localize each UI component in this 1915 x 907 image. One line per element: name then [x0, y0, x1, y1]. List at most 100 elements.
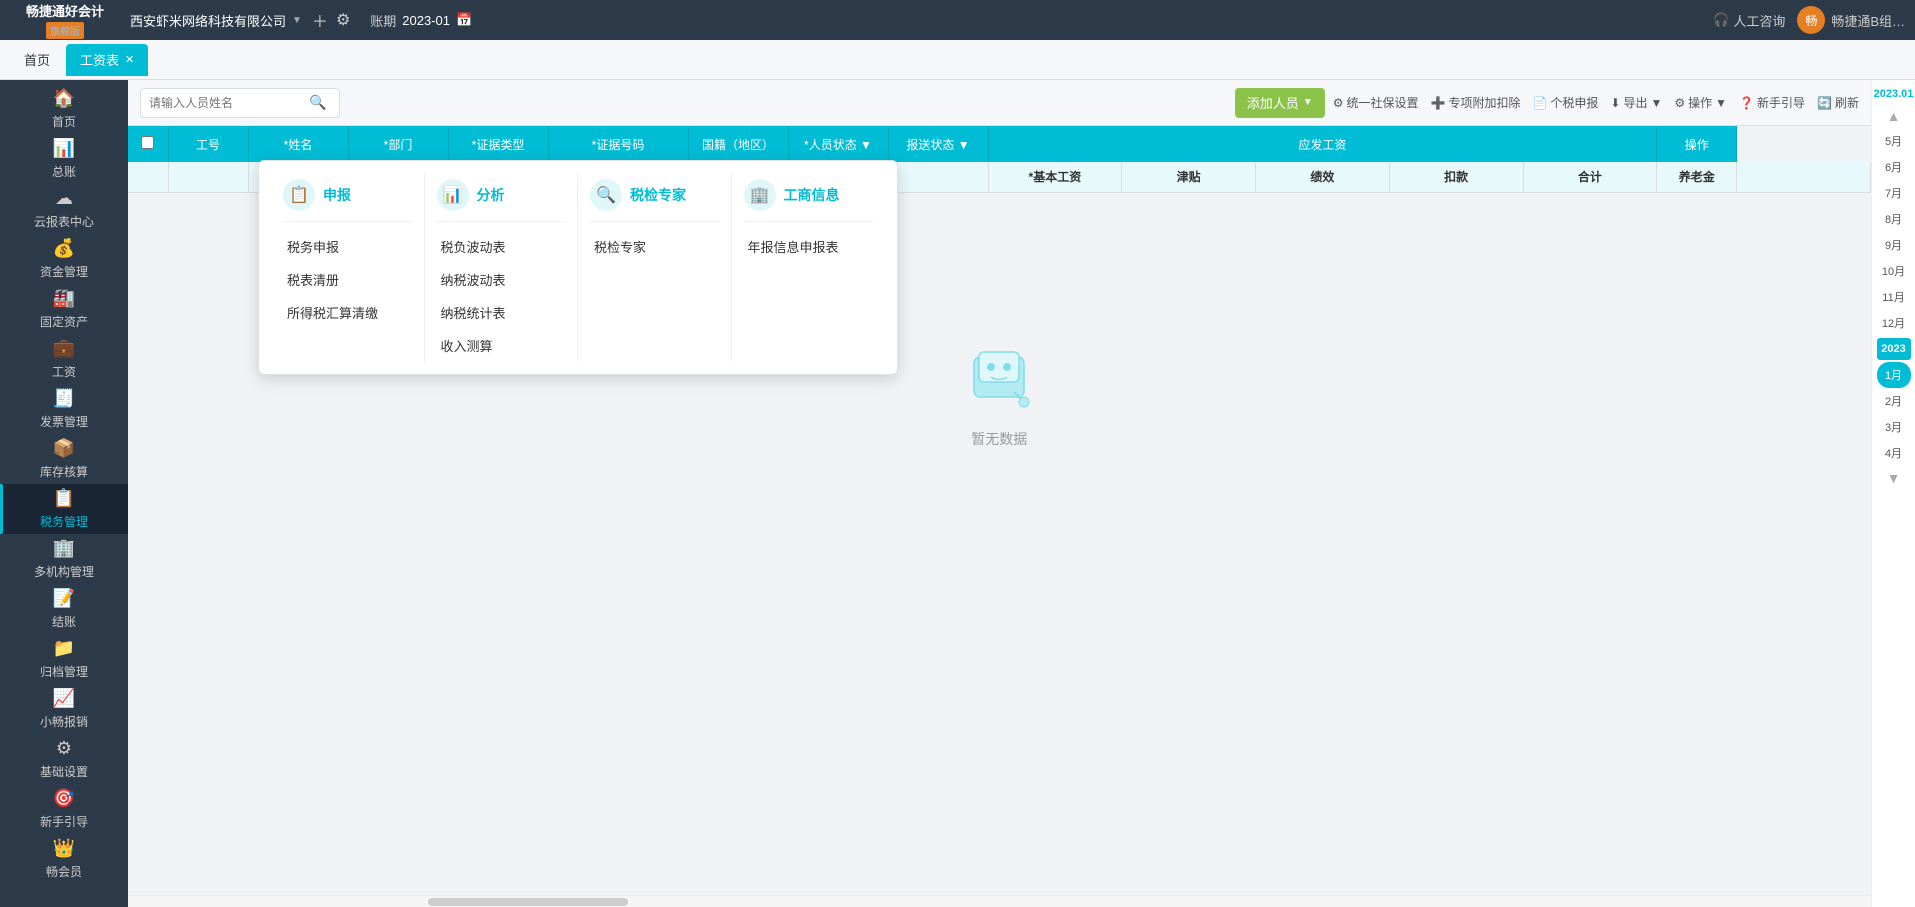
assets-icon: 🏭 — [53, 288, 75, 309]
timeline-year-2023: 2023 — [1877, 338, 1911, 360]
sidebar-item-settings[interactable]: ⚙ 基础设置 — [0, 734, 128, 784]
export-label: 导出 — [1623, 94, 1647, 111]
dropdown-section-business: 🏢 工商信息 年报信息申报表 — [732, 173, 886, 362]
service-button[interactable]: 🎧 人工咨询 — [1713, 11, 1785, 30]
search-input[interactable] — [149, 96, 309, 110]
timeline-month-9[interactable]: 9月 — [1877, 232, 1911, 258]
tab-home[interactable]: 首页 — [10, 44, 64, 76]
timeline-month-4[interactable]: 4月 — [1877, 440, 1911, 466]
chevron-down-icon[interactable]: ▼ — [292, 15, 302, 26]
social-insurance-label: 统一社保设置 — [1346, 94, 1418, 111]
service-label: 人工咨询 — [1733, 11, 1785, 30]
operation-btn[interactable]: ⚙ 操作 ▼ — [1674, 94, 1727, 111]
sidebar-item-payroll[interactable]: 💼 工资 — [0, 334, 128, 384]
select-all-checkbox[interactable] — [141, 136, 154, 149]
sidebar-item-home[interactable]: 🏠 首页 — [0, 84, 128, 134]
timeline-month-3[interactable]: 3月 — [1877, 414, 1911, 440]
calendar-icon[interactable]: 📅 — [456, 12, 472, 28]
refresh-icon: 🔄 — [1817, 96, 1832, 110]
th-payroll-group: 应发工资 — [988, 126, 1657, 162]
analysis-icon: 📊 — [437, 179, 469, 211]
inventory-icon: 📦 — [53, 438, 75, 459]
dropdown-item-tax-payment-fluctuation[interactable]: 纳税波动表 — [437, 263, 566, 296]
timeline-month-11[interactable]: 11月 — [1877, 284, 1911, 310]
dropdown-item-tax-filing[interactable]: 税务申报 — [283, 230, 412, 263]
special-deduction-btn[interactable]: ➕ 专项附加扣除 — [1430, 94, 1520, 111]
sidebar-item-ledger[interactable]: 📊 总账 — [0, 134, 128, 184]
expert-icon: 🔍 — [590, 179, 622, 211]
timeline-month-12[interactable]: 12月 — [1877, 310, 1911, 336]
dropdown-item-annual-report[interactable]: 年报信息申报表 — [744, 230, 874, 263]
th2-base-salary: *基本工资 — [988, 162, 1122, 192]
sidebar-item-expense[interactable]: 📈 小畅报销 — [0, 684, 128, 734]
multi-icon: 🏢 — [53, 538, 75, 559]
horizontal-scrollbar[interactable] — [128, 895, 1871, 907]
timeline-month-2[interactable]: 2月 — [1877, 388, 1911, 414]
timeline-month-1[interactable]: 1月 — [1877, 362, 1911, 388]
timeline-month-10[interactable]: 10月 — [1877, 258, 1911, 284]
export-icon: ⬇ — [1610, 96, 1620, 110]
settings-icon[interactable]: ⚙ — [336, 10, 350, 30]
dropdown-header-expert: 🔍 税检专家 — [590, 173, 719, 222]
sidebar-item-archive[interactable]: 📁 归档管理 — [0, 634, 128, 684]
headset-icon: 🎧 — [1713, 12, 1729, 28]
search-box[interactable]: 🔍 — [140, 88, 340, 118]
special-deduction-icon: ➕ — [1430, 96, 1445, 110]
timeline-month-5[interactable]: 5月 — [1877, 128, 1911, 154]
th-report-status: 报送状态 ▼ — [888, 126, 988, 162]
social-insurance-btn[interactable]: ⚙ 统一社保设置 — [1333, 94, 1419, 111]
user-menu[interactable]: 畅 畅捷通B组… — [1797, 6, 1905, 34]
sidebar-item-multi[interactable]: 🏢 多机构管理 — [0, 534, 128, 584]
company-selector[interactable]: 西安虾米网络科技有限公司 ▼ — [130, 11, 302, 30]
dropdown-item-expert[interactable]: 税检专家 — [590, 230, 719, 263]
dropdown-item-annual-settlement[interactable]: 所得税汇算清缴 — [283, 296, 412, 329]
finance-icon: 💰 — [53, 238, 75, 259]
timeline-up-btn[interactable]: ▲ — [1887, 108, 1901, 124]
expert-title: 税检专家 — [630, 185, 686, 205]
dropdown-item-income-estimate[interactable]: 收入测算 — [437, 329, 566, 362]
no-data-icon — [959, 337, 1039, 417]
dropdown-item-tax-fluctuation[interactable]: 税负波动表 — [437, 230, 566, 263]
refresh-btn[interactable]: 🔄 刷新 — [1817, 94, 1859, 111]
company-name: 西安虾米网络科技有限公司 — [130, 11, 286, 30]
tax-filing-btn[interactable]: 📄 个税申报 — [1532, 94, 1598, 111]
operation-arrow-icon: ▼ — [1715, 96, 1727, 110]
th-id: 工号 — [168, 126, 248, 162]
export-btn[interactable]: ⬇ 导出 ▼ — [1610, 94, 1662, 111]
dropdown-grid: 📋 申报 税务申报 税表清册 所得税汇算清缴 📊 分析 税负波动表 纳税波动表 … — [271, 173, 885, 362]
ledger-icon: 📊 — [53, 138, 75, 159]
th-dept: *部门 — [348, 126, 448, 162]
sidebar-item-tax[interactable]: 📋 税务管理 — [0, 484, 128, 534]
tab-payroll[interactable]: 工资表 ✕ — [66, 44, 148, 76]
sidebar-item-finance[interactable]: 💰 资金管理 — [0, 234, 128, 284]
timeline-month-8[interactable]: 8月 — [1877, 206, 1911, 232]
dropdown-section-shen: 📋 申报 税务申报 税表清册 所得税汇算清缴 — [271, 173, 425, 362]
close-tab-icon[interactable]: ✕ — [125, 53, 134, 66]
sidebar-item-guide[interactable]: 🎯 新手引导 — [0, 784, 128, 834]
timeline-down-btn[interactable]: ▼ — [1887, 470, 1901, 486]
timeline-month-6[interactable]: 6月 — [1877, 154, 1911, 180]
guide-btn[interactable]: ❓ 新手引导 — [1739, 94, 1805, 111]
closing-icon: 📝 — [53, 588, 75, 609]
th2-report-status — [888, 162, 988, 192]
tab-home-label: 首页 — [24, 50, 50, 69]
no-data-text: 暂无数据 — [971, 429, 1027, 449]
settings-sidebar-icon: ⚙ — [56, 738, 72, 759]
timeline-header: 2023.01 — [1872, 84, 1915, 104]
sidebar-item-closing[interactable]: 📝 结账 — [0, 584, 128, 634]
sidebar-item-cloud[interactable]: ☁ 云报表中心 — [0, 184, 128, 234]
sidebar-item-inventory[interactable]: 📦 库存核算 — [0, 434, 128, 484]
add-icon[interactable]: ＋ — [312, 8, 328, 32]
sidebar-item-assets[interactable]: 🏭 固定资产 — [0, 284, 128, 334]
sidebar-item-invoice[interactable]: 🧾 发票管理 — [0, 384, 128, 434]
dropdown-header-business: 🏢 工商信息 — [744, 173, 874, 222]
th2-id — [168, 162, 248, 192]
sidebar-item-vip[interactable]: 👑 畅会员 — [0, 834, 128, 884]
dropdown-item-tax-schedule[interactable]: 税表清册 — [283, 263, 412, 296]
add-person-button[interactable]: 添加人员 ▼ — [1235, 88, 1325, 118]
guide-btn-label: 新手引导 — [1757, 94, 1805, 111]
timeline-month-7[interactable]: 7月 — [1877, 180, 1911, 206]
checkbox-header[interactable] — [128, 126, 168, 162]
sidebar: 🏠 首页 📊 总账 ☁ 云报表中心 💰 资金管理 🏭 固定资产 💼 工资 🧾 发… — [0, 80, 128, 907]
dropdown-item-tax-stats[interactable]: 纳税统计表 — [437, 296, 566, 329]
